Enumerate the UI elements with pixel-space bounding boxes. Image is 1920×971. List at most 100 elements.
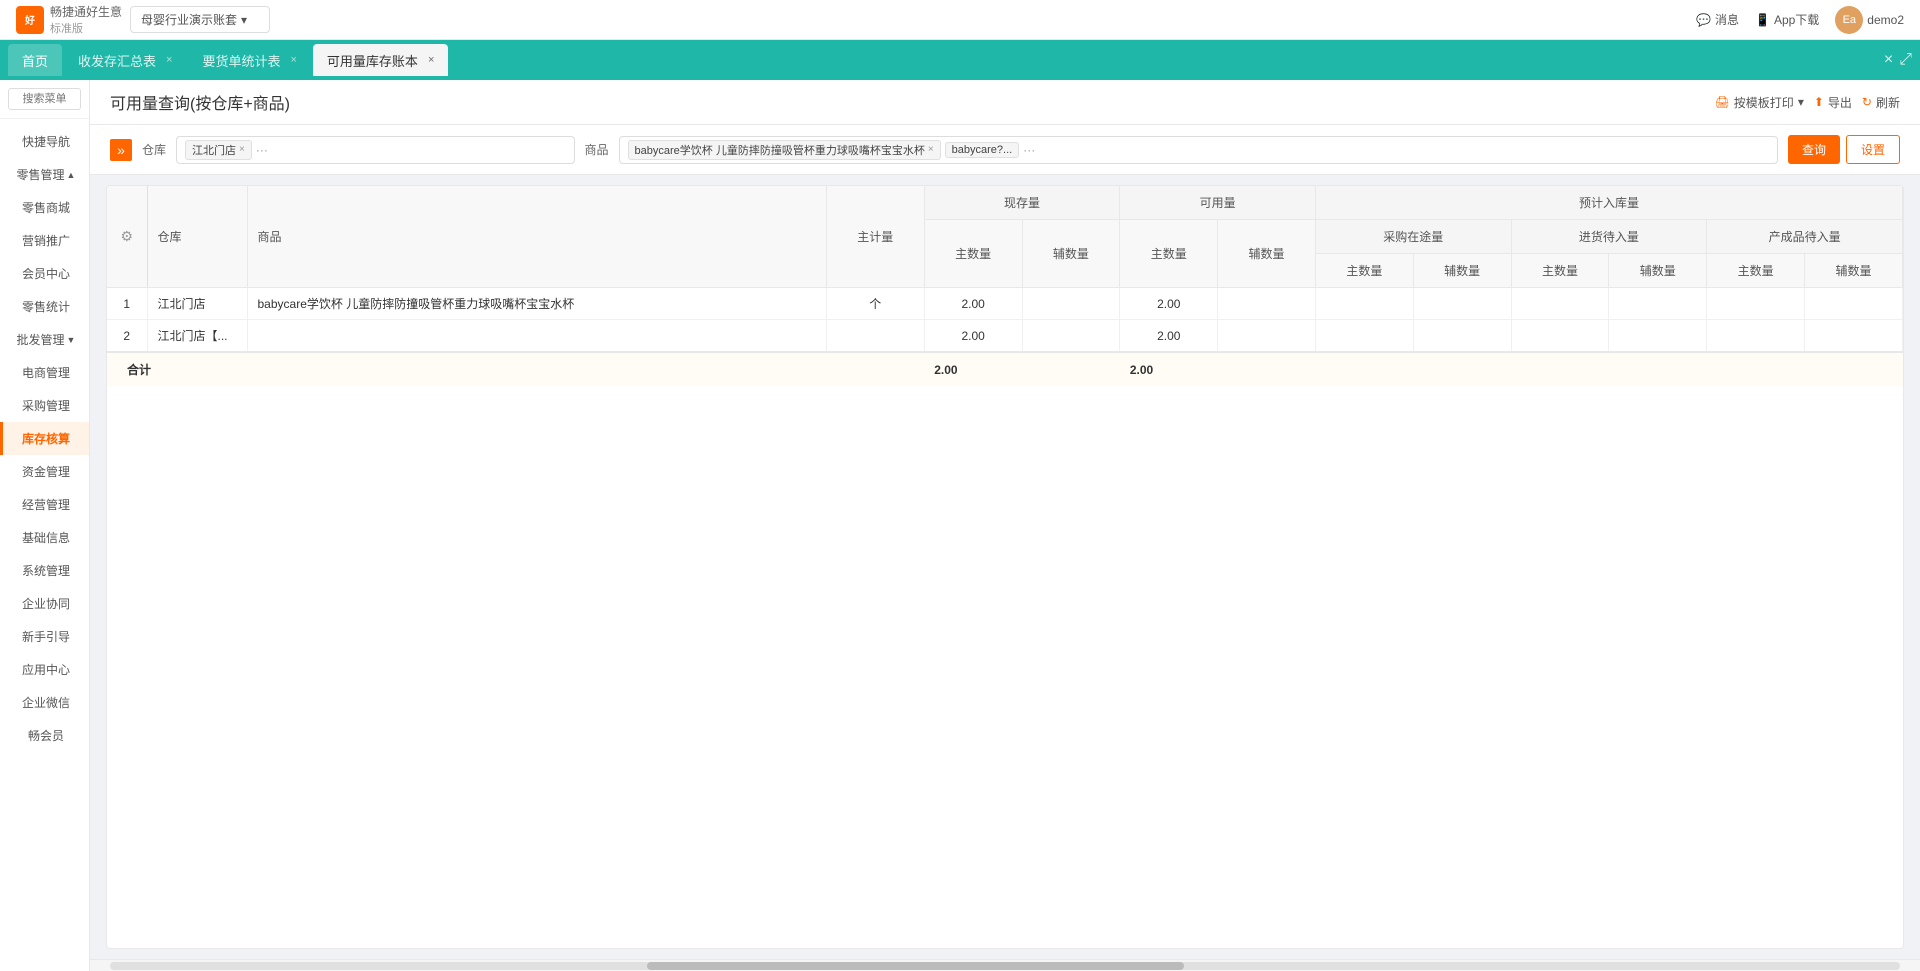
logo-area: 好 畅捷通好生意 标准版 [16, 3, 122, 36]
search-input[interactable] [8, 88, 81, 110]
sidebar-item-quick-nav[interactable]: 快捷导航 [0, 125, 89, 158]
sidebar-item-vip[interactable]: 畅会员 [0, 719, 89, 752]
product-tag-2: babycare?... [945, 142, 1020, 158]
print-icon: 🖨 [1715, 95, 1730, 109]
cell-purchase-main [1315, 288, 1413, 320]
summary-row: 合计 2.00 2.00 [107, 352, 1903, 386]
sidebar-item-finance[interactable]: 资金管理 [0, 455, 89, 488]
sidebar-item-wechat-biz[interactable]: 企业微信 [0, 686, 89, 719]
sidebar-item-basic-info[interactable]: 基础信息 [0, 521, 89, 554]
scrollbar-thumb[interactable] [647, 962, 1184, 970]
warehouse-filter[interactable]: 江北门店 × ··· [176, 136, 574, 164]
table-container: ⚙ 仓库 商品 主计量 现存量 可用量 预计入库量 主数量 辅数量 主数量 辅数… [106, 185, 1904, 949]
th-warehouse: 仓库 [147, 186, 247, 288]
sidebar-item-operation[interactable]: 经营管理 [0, 488, 89, 521]
product-tag-1: babycare学饮杯 儿童防摔防撞吸管杯重力球吸嘴杯宝宝水杯 × [628, 140, 941, 160]
column-settings-icon[interactable]: ⚙ [120, 228, 133, 244]
cell-stock-main: 2.00 [924, 320, 1022, 353]
scrollbar-track [110, 962, 1900, 970]
nav-tabs: 首页 收发存汇总表 × 要货单统计表 × 可用量库存账本 × × ⤢ [0, 40, 1920, 80]
warehouse-label: 仓库 [142, 141, 166, 158]
sidebar-item-enterprise[interactable]: 企业协同 [0, 587, 89, 620]
sidebar-item-retail-mall[interactable]: 零售商城 [0, 191, 89, 224]
warehouse-tag-remove[interactable]: × [239, 144, 245, 155]
top-bar-right: 💬 消息 📱 App下载 Ea demo2 [1696, 6, 1904, 34]
sidebar-item-ecommerce[interactable]: 电商管理 [0, 356, 89, 389]
sidebar-item-retail-stats[interactable]: 零售统计 [0, 290, 89, 323]
cell-stock-main: 2.00 [924, 288, 1022, 320]
summary-stock-main: 2.00 [924, 352, 1022, 386]
data-table: ⚙ 仓库 商品 主计量 现存量 可用量 预计入库量 主数量 辅数量 主数量 辅数… [107, 186, 1903, 386]
tab-close-order[interactable]: × [290, 54, 296, 66]
cell-incoming-main [1511, 320, 1609, 353]
filter-actions: 查询 设置 [1788, 135, 1900, 164]
th-stock-main: 主数量 [924, 220, 1022, 288]
close-all-btn[interactable]: × [1884, 51, 1893, 69]
page-title: 可用量查询(按仓库+商品) [110, 90, 290, 114]
cell-incoming-aux [1609, 288, 1707, 320]
tab-close-available[interactable]: × [428, 54, 434, 66]
table-row: 1 江北门店 babycare学饮杯 儿童防摔防撞吸管杯重力球吸嘴杯宝宝水杯 个… [107, 288, 1903, 320]
industry-selector[interactable]: 母婴行业演示账套 [130, 6, 270, 33]
cell-purchase-aux [1413, 288, 1511, 320]
scrollbar-area [90, 959, 1920, 971]
warehouse-tag: 江北门店 × [185, 140, 252, 160]
warehouse-more[interactable]: ··· [256, 143, 268, 157]
sidebar-item-app-center[interactable]: 应用中心 [0, 653, 89, 686]
print-btn[interactable]: 🖨 按模板打印 [1715, 94, 1804, 111]
cell-avail-main: 2.00 [1120, 320, 1218, 353]
product-more[interactable]: ··· [1023, 143, 1035, 157]
tab-receive-summary[interactable]: 收发存汇总表 × [64, 44, 186, 76]
sidebar-item-newbie[interactable]: 新手引导 [0, 620, 89, 653]
cell-index: 2 [107, 320, 147, 353]
th-incoming-main: 主数量 [1511, 254, 1609, 288]
tab-available-stock[interactable]: 可用量库存账本 × [313, 44, 448, 76]
tab-home[interactable]: 首页 [8, 44, 62, 76]
cell-product: babycare学饮杯 儿童防摔防撞吸管杯重力球吸嘴杯宝宝水杯 [247, 288, 826, 320]
fullscreen-btn[interactable]: ⤢ [1899, 51, 1912, 69]
app-download-btn[interactable]: 📱 App下载 [1755, 11, 1819, 28]
sidebar-item-marketing[interactable]: 营销推广 [0, 224, 89, 257]
print-chevron-icon [1798, 95, 1804, 109]
th-group-incoming-pending: 进货待入量 [1511, 220, 1707, 254]
settings-btn[interactable]: 设置 [1846, 135, 1900, 164]
th-group-available: 可用量 [1120, 186, 1316, 220]
sidebar-item-retail-mgmt[interactable]: 零售管理 ▲ [0, 158, 89, 191]
cell-unit [826, 320, 924, 353]
filter-bar: » 仓库 江北门店 × ··· 商品 babycare学饮杯 儿童防摔防撞吸管杯… [90, 125, 1920, 175]
th-group-purchase-transit: 采购在途量 [1315, 220, 1511, 254]
logo-text: 畅捷通好生意 [50, 3, 122, 20]
main-content: 可用量查询(按仓库+商品) 🖨 按模板打印 ⬆ 导出 ↻ 刷新 » [90, 80, 1920, 971]
message-icon: 💬 [1696, 13, 1711, 27]
message-btn[interactable]: 💬 消息 [1696, 11, 1739, 28]
product-tag-1-remove[interactable]: × [928, 144, 934, 155]
tab-order-stats[interactable]: 要货单统计表 × [188, 44, 310, 76]
avatar: Ea [1835, 6, 1863, 34]
sidebar-item-member[interactable]: 会员中心 [0, 257, 89, 290]
expand-filter-btn[interactable]: » [110, 139, 132, 161]
sidebar-item-inventory[interactable]: 库存核算 [0, 422, 89, 455]
cell-avail-aux [1218, 288, 1316, 320]
table-row: 2 江北门店【... 2.00 2.00 [107, 320, 1903, 353]
query-btn[interactable]: 查询 [1788, 135, 1840, 164]
product-label: 商品 [585, 141, 609, 158]
cell-stock-aux [1022, 288, 1120, 320]
tab-close-receive[interactable]: × [166, 54, 172, 66]
sidebar-item-system[interactable]: 系统管理 [0, 554, 89, 587]
cell-product-main [1707, 288, 1805, 320]
refresh-icon: ↻ [1862, 95, 1872, 109]
cell-avail-main: 2.00 [1120, 288, 1218, 320]
refresh-btn[interactable]: ↻ 刷新 [1862, 94, 1900, 111]
sidebar-item-wholesale-mgmt[interactable]: 批发管理 ▼ [0, 323, 89, 356]
template-badge: 标准版 [50, 20, 122, 36]
export-btn[interactable]: ⬆ 导出 [1814, 94, 1852, 111]
th-main-unit: 主计量 [826, 186, 924, 288]
sidebar-item-purchase[interactable]: 采购管理 [0, 389, 89, 422]
sidebar-search [0, 80, 89, 119]
chevron-down-icon: ▼ [67, 335, 76, 345]
logo-icon: 好 [16, 6, 44, 34]
th-product: 商品 [247, 186, 826, 288]
user-menu[interactable]: Ea demo2 [1835, 6, 1904, 34]
product-filter[interactable]: babycare学饮杯 儿童防摔防撞吸管杯重力球吸嘴杯宝宝水杯 × babyca… [619, 136, 1778, 164]
main-layout: 快捷导航 零售管理 ▲ 零售商城 营销推广 会员中心 零售统计 批发管理 ▼ 电… [0, 80, 1920, 971]
